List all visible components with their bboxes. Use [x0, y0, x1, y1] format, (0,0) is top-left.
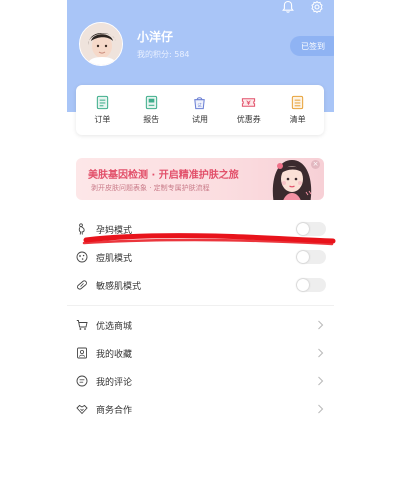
acne-icon	[76, 251, 88, 263]
order-icon	[96, 95, 109, 110]
signin-button[interactable]: 已签到	[290, 36, 334, 56]
sensitive-icon	[77, 280, 87, 290]
list-icon	[291, 95, 304, 110]
quick-action-label: 订单	[94, 115, 111, 124]
chevron-right-icon	[318, 348, 324, 358]
comment-icon	[76, 375, 88, 387]
menu-label: 商务合作	[96, 405, 133, 416]
quick-action-label: 试用	[191, 115, 208, 124]
points-label: 我的积分:	[137, 50, 172, 59]
chevron-right-icon	[318, 320, 324, 330]
chevron-right-icon	[318, 404, 324, 414]
mode-row-pregnant: 孕妈模式	[76, 215, 326, 243]
avatar-portrait-icon	[80, 23, 122, 65]
points-value: 584	[174, 50, 190, 59]
user-points: 我的积分: 584	[137, 49, 190, 60]
gear-icon[interactable]	[310, 0, 324, 14]
pregnant-icon	[78, 223, 85, 235]
menu-item-comments[interactable]: 我的评论	[76, 367, 326, 395]
banner-illustration-girl-icon	[272, 160, 312, 200]
avatar[interactable]	[79, 22, 123, 66]
mode-label: 敏感肌模式	[96, 281, 142, 292]
quick-action-order[interactable]: 订单	[79, 95, 125, 125]
app-screen: 小洋仔 我的积分: 584 已签到 订单 报告 试 试用 优惠券 清单 美肤基因…	[67, 0, 334, 480]
coupon-icon	[242, 98, 256, 107]
menu-label: 优选商城	[96, 321, 133, 332]
user-nickname: 小洋仔	[137, 30, 174, 44]
quick-action-label: 清单	[289, 115, 306, 124]
cart-icon	[76, 320, 88, 330]
menu-item-mall[interactable]: 优选商城	[76, 311, 326, 339]
mode-row-acne: 痘肌模式	[76, 243, 326, 271]
quick-action-report[interactable]: 报告	[128, 95, 174, 125]
menu-label: 我的收藏	[96, 349, 133, 360]
mode-label: 痘肌模式	[96, 253, 133, 264]
quick-actions-card: 订单 报告 试 试用 优惠券 清单	[76, 85, 324, 135]
banner-subtitle: 剥开皮肤问题表象 · 定制专属护肤流程	[91, 184, 210, 192]
quick-action-label: 优惠券	[236, 115, 261, 124]
screenshot-stage: 小洋仔 我的积分: 584 已签到 订单 报告 试 试用 优惠券 清单 美肤基因…	[0, 0, 400, 480]
report-icon	[145, 95, 157, 110]
quick-action-list[interactable]: 清单	[275, 95, 321, 125]
pregnant-mode-toggle[interactable]	[296, 222, 326, 236]
menu-label: 我的评论	[96, 377, 133, 388]
quick-action-coupon[interactable]: 优惠券	[226, 95, 272, 125]
menu-item-favorites[interactable]: 我的收藏	[76, 339, 326, 367]
sensitive-mode-toggle[interactable]	[296, 278, 326, 292]
banner-title: 美肤基因检测 · 开启精准护肤之旅	[88, 170, 239, 181]
bell-icon[interactable]	[281, 0, 295, 14]
quick-action-label: 报告	[143, 115, 160, 124]
section-divider	[67, 305, 334, 306]
banner-close-icon[interactable]: ×	[311, 160, 320, 169]
favorite-icon	[77, 347, 87, 359]
menu-item-business[interactable]: 商务合作	[76, 395, 326, 423]
promo-banner[interactable]: 美肤基因检测 · 开启精准护肤之旅 剥开皮肤问题表象 · 定制专属护肤流程 ×	[76, 158, 324, 200]
quick-action-trial[interactable]: 试 试用	[177, 95, 223, 125]
handshake-icon	[76, 404, 88, 415]
chevron-right-icon	[318, 376, 324, 386]
acne-mode-toggle[interactable]	[296, 250, 326, 264]
mode-label: 孕妈模式	[96, 225, 133, 236]
mode-row-sensitive: 敏感肌模式	[76, 271, 326, 299]
trial-icon: 试	[194, 97, 206, 110]
